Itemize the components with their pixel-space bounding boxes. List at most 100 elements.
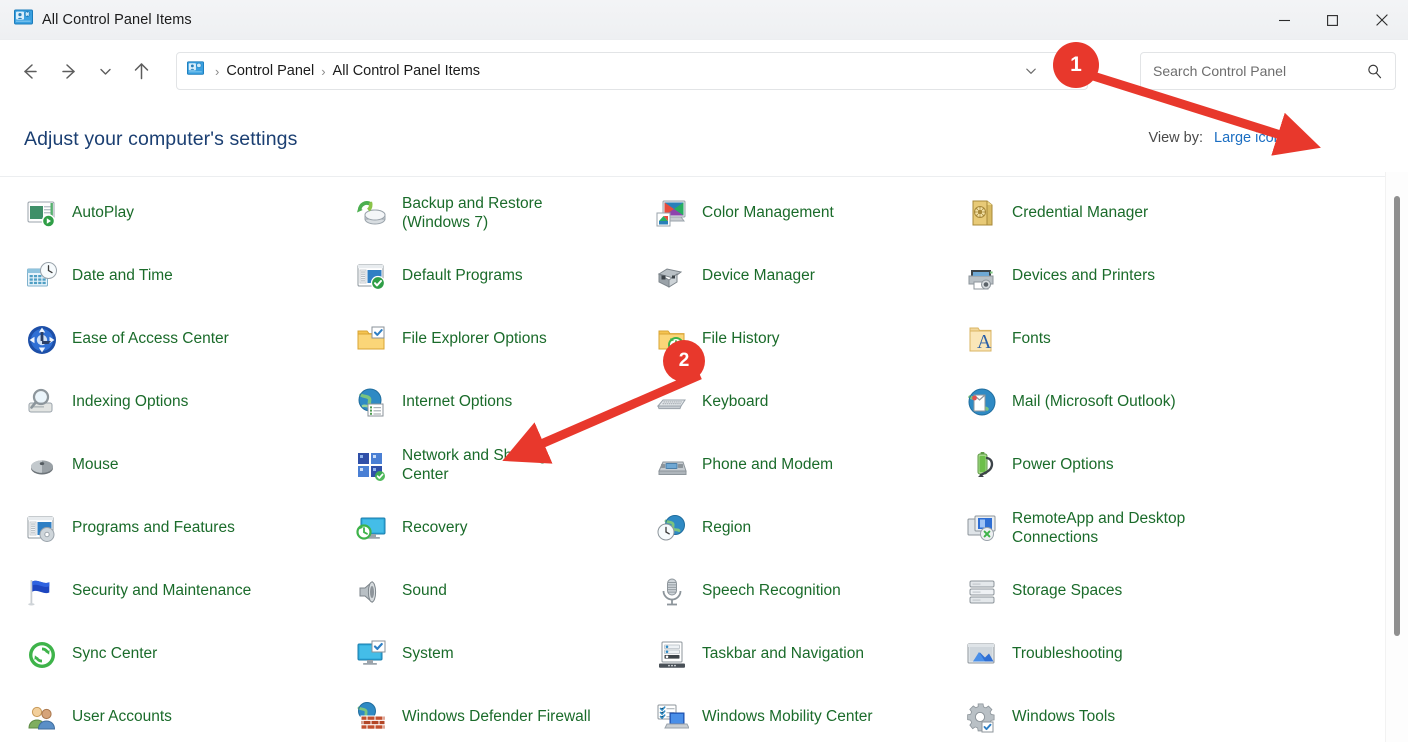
chevron-down-icon[interactable]: ▾ <box>1295 134 1300 145</box>
view-by-value[interactable]: Large icons <box>1214 130 1289 146</box>
control-panel-item-label: Windows Tools <box>1012 708 1116 726</box>
date-and-time-icon <box>24 259 60 295</box>
sound-icon <box>354 574 390 610</box>
control-panel-item-label: Sync Center <box>72 645 158 663</box>
control-panel-item[interactable]: Region <box>630 497 940 560</box>
address-chevron-down-icon[interactable] <box>1012 64 1050 78</box>
control-panel-item[interactable]: Sound <box>330 560 630 623</box>
control-panel-item-label: Sound <box>402 582 447 600</box>
ease-of-access-icon <box>24 322 60 358</box>
control-panel-item[interactable]: Programs and Features <box>0 497 330 560</box>
back-arrow-icon[interactable] <box>9 51 49 91</box>
up-arrow-icon[interactable] <box>121 51 161 91</box>
control-panel-item[interactable]: Windows Tools <box>940 686 1385 749</box>
system-icon <box>354 637 390 673</box>
control-panel-item[interactable]: Devices and Printers <box>940 245 1385 308</box>
storage-spaces-icon <box>964 574 1000 610</box>
control-panel-item[interactable]: Recovery <box>330 497 630 560</box>
control-panel-item-label: RemoteApp and Desktop Connections <box>1012 510 1186 546</box>
control-panel-item[interactable]: Security and Maintenance <box>0 560 330 623</box>
speech-recognition-icon <box>654 574 690 610</box>
windows-defender-firewall-icon <box>354 700 390 736</box>
color-management-icon <box>654 196 690 232</box>
window-title: All Control Panel Items <box>42 11 192 28</box>
search-icon[interactable] <box>1366 63 1395 80</box>
devices-and-printers-icon <box>964 259 1000 295</box>
control-panel-item-label: Troubleshooting <box>1012 645 1123 663</box>
remoteapp-icon <box>964 511 1000 547</box>
control-panel-item-label: Security and Maintenance <box>72 582 252 600</box>
control-panel-item[interactable]: System <box>330 623 630 686</box>
phone-and-modem-icon <box>654 448 690 484</box>
autoplay-icon <box>24 196 60 232</box>
control-panel-item[interactable]: Indexing Options <box>0 371 330 434</box>
control-panel-item-label: System <box>402 645 454 663</box>
control-panel-item-label: File History <box>702 330 780 348</box>
control-panel-item[interactable]: A Fonts <box>940 308 1385 371</box>
annotation-badge-1: 1 <box>1053 42 1099 88</box>
breadcrumb-item-all-control-panel-items[interactable]: All Control Panel Items <box>333 63 480 79</box>
breadcrumb-item-control-panel[interactable]: Control Panel <box>226 63 314 79</box>
control-panel-item-label: Mail (Microsoft Outlook) <box>1012 393 1176 411</box>
control-panel-item[interactable]: Storage Spaces <box>940 560 1385 623</box>
taskbar-and-navigation-icon <box>654 637 690 673</box>
control-panel-item[interactable]: User Accounts <box>0 686 330 749</box>
scrollbar-thumb[interactable] <box>1394 196 1400 636</box>
control-panel-item-label: Ease of Access Center <box>72 330 229 348</box>
view-by-label: View by: <box>1148 130 1203 146</box>
control-panel-item[interactable]: Ease of Access Center <box>0 308 330 371</box>
svg-text:A: A <box>977 331 992 353</box>
control-panel-item[interactable]: Windows Defender Firewall <box>330 686 630 749</box>
control-panel-item[interactable]: Phone and Modem <box>630 434 940 497</box>
divider <box>0 176 1385 177</box>
control-panel-item[interactable]: Device Manager <box>630 245 940 308</box>
control-panel-item[interactable]: RemoteApp and Desktop Connections <box>940 497 1385 560</box>
breadcrumb[interactable]: › Control Panel › All Control Panel Item… <box>176 52 1088 90</box>
control-panel-icon <box>187 60 204 82</box>
breadcrumb-separator: › <box>321 63 326 79</box>
control-panel-item[interactable]: Network and Sharing Center <box>330 434 630 497</box>
control-panel-item[interactable]: Default Programs <box>330 245 630 308</box>
control-panel-item[interactable]: Date and Time <box>0 245 330 308</box>
region-icon <box>654 511 690 547</box>
view-by-control: View by: Large icons ▾ <box>1148 130 1300 146</box>
minimize-button[interactable] <box>1260 0 1308 40</box>
control-panel-item[interactable]: Mail (Microsoft Outlook) <box>940 371 1385 434</box>
control-panel-item[interactable]: Internet Options <box>330 371 630 434</box>
programs-and-features-icon <box>24 511 60 547</box>
control-panel-item[interactable]: Speech Recognition <box>630 560 940 623</box>
recovery-icon <box>354 511 390 547</box>
control-panel-item-label: File Explorer Options <box>402 330 547 348</box>
control-panel-item-label: Recovery <box>402 519 468 537</box>
control-panel-item[interactable]: Backup and Restore (Windows 7) <box>330 182 630 245</box>
search-input[interactable] <box>1141 63 1366 79</box>
control-panel-item[interactable]: Power Options <box>940 434 1385 497</box>
mouse-icon <box>24 448 60 484</box>
forward-arrow-icon[interactable] <box>49 51 89 91</box>
control-panel-item-label: Color Management <box>702 204 834 222</box>
recent-locations-chevron-down-icon[interactable] <box>89 51 121 91</box>
control-panel-item[interactable]: Windows Mobility Center <box>630 686 940 749</box>
control-panel-item[interactable]: File Explorer Options <box>330 308 630 371</box>
maximize-button[interactable] <box>1308 0 1356 40</box>
control-panel-item-label: Devices and Printers <box>1012 267 1156 285</box>
control-panel-item-label: AutoPlay <box>72 204 135 222</box>
keyboard-icon <box>654 385 690 421</box>
control-panel-item-label: Network and Sharing Center <box>402 447 547 483</box>
control-panel-item[interactable]: Troubleshooting <box>940 623 1385 686</box>
control-panel-item[interactable]: Color Management <box>630 182 940 245</box>
control-panel-item[interactable]: Mouse <box>0 434 330 497</box>
internet-options-icon <box>354 385 390 421</box>
security-and-maintenance-icon <box>24 574 60 610</box>
close-button[interactable] <box>1356 0 1408 40</box>
control-panel-item[interactable]: Credential Manager <box>940 182 1385 245</box>
control-panel-item[interactable]: Taskbar and Navigation <box>630 623 940 686</box>
search-box[interactable] <box>1140 52 1396 90</box>
control-panel-item-label: Internet Options <box>402 393 513 411</box>
control-panel-item-label: Windows Mobility Center <box>702 708 873 726</box>
control-panel-item-label: Default Programs <box>402 267 523 285</box>
sync-center-icon <box>24 637 60 673</box>
control-panel-items-grid: AutoPlay Backup and Restore (Windows 7) Co… <box>0 182 1385 742</box>
control-panel-item[interactable]: AutoPlay <box>0 182 330 245</box>
control-panel-item[interactable]: Sync Center <box>0 623 330 686</box>
